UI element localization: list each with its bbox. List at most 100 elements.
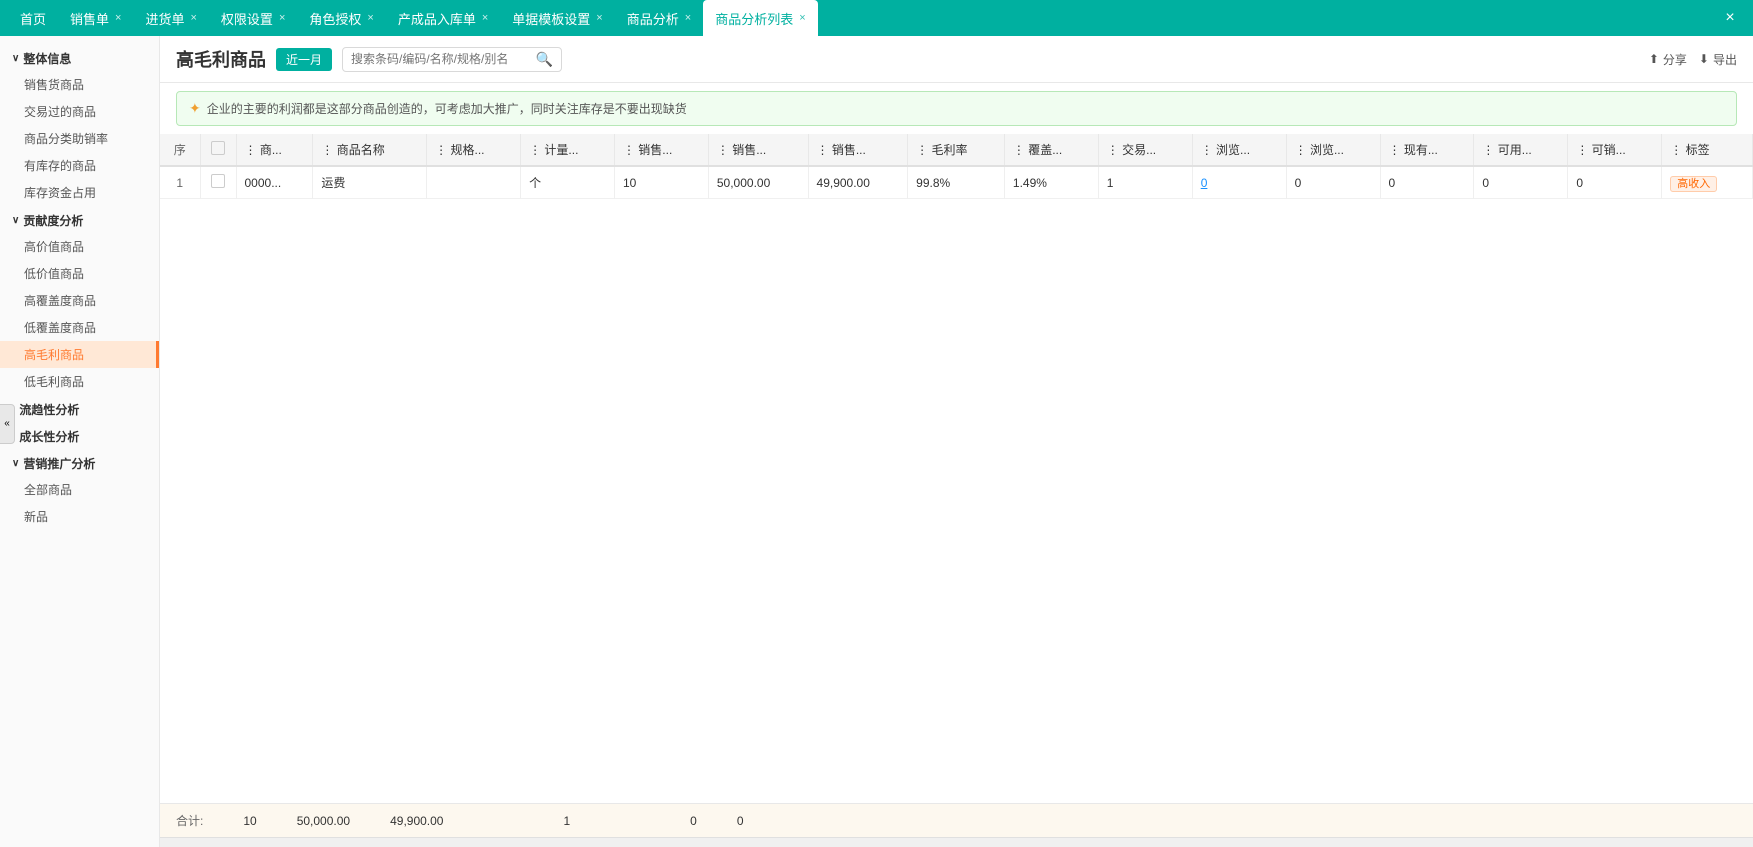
- col-label-spec: ⋮ 规格...: [435, 143, 484, 157]
- nav-tab-close-2[interactable]: ×: [190, 12, 196, 24]
- nav-tab-close-6[interactable]: ×: [596, 12, 602, 24]
- nav-tab-close-3[interactable]: ×: [279, 12, 285, 24]
- info-text: 企业的主要的利润都是这部分商品创造的，可考虑加大推广，同时关注库存是不要出现缺货: [207, 100, 687, 117]
- sidebar-item-0-1[interactable]: 交易过的商品: [0, 98, 159, 125]
- footer-current-stock: 0: [690, 814, 697, 828]
- col-label-code: ⋮ 商...: [245, 143, 282, 157]
- sidebar-group-label-4: 营销推广分析: [23, 455, 95, 472]
- nav-tab-0[interactable]: 首页: [8, 0, 58, 36]
- export-button[interactable]: ⬇ 导出: [1699, 51, 1737, 68]
- sidebar-item-1-0[interactable]: 高价值商品: [0, 233, 159, 260]
- table-col-header-code[interactable]: ⋮ 商...: [236, 134, 313, 166]
- col-label-sales_cost: ⋮ 销售...: [817, 143, 866, 157]
- select-all-checkbox[interactable]: [211, 141, 225, 155]
- share-button[interactable]: ⬆ 分享: [1649, 51, 1687, 68]
- info-icon: ✦: [189, 100, 201, 117]
- footer-sales-cost: 49,900.00: [390, 814, 443, 828]
- table-col-header-tag[interactable]: ⋮ 标签: [1662, 134, 1753, 166]
- nav-tab-close-7[interactable]: ×: [685, 12, 691, 24]
- nav-tab-7[interactable]: 商品分析×: [615, 0, 703, 36]
- nav-tab-close-8[interactable]: ×: [799, 12, 805, 24]
- table-col-header-view2[interactable]: ⋮ 浏览...: [1286, 134, 1380, 166]
- cell-name-0: 运费: [313, 166, 427, 199]
- col-label-transaction: ⋮ 交易...: [1107, 143, 1156, 157]
- table-col-header-seq[interactable]: 序: [160, 134, 200, 166]
- sidebar-group-arrow-4: ∨: [12, 458, 19, 469]
- col-label-available: ⋮ 可用...: [1482, 143, 1531, 157]
- sidebar-group-2[interactable]: ›流趋性分析: [0, 395, 159, 422]
- search-icon[interactable]: 🔍: [536, 51, 553, 68]
- sidebar-group-4[interactable]: ∨ 营销推广分析: [0, 449, 159, 476]
- search-box: 🔍: [342, 47, 562, 72]
- col-label-unit: ⋮ 计量...: [529, 143, 578, 157]
- sidebar-item-0-3[interactable]: 有库存的商品: [0, 152, 159, 179]
- cell-gross_margin-0: 99.8%: [908, 166, 1005, 199]
- sidebar-item-0-0[interactable]: 销售货商品: [0, 71, 159, 98]
- sidebar-item-1-2[interactable]: 高覆盖度商品: [0, 287, 159, 314]
- page-title: 高毛利商品: [176, 46, 266, 72]
- table-col-header-unit[interactable]: ⋮ 计量...: [521, 134, 615, 166]
- nav-tab-2[interactable]: 进货单×: [133, 0, 208, 36]
- footer-label: 合计:: [176, 812, 203, 829]
- table-col-header-gross_margin[interactable]: ⋮ 毛利率: [908, 134, 1005, 166]
- sidebar-item-4-1[interactable]: 新品: [0, 503, 159, 530]
- sidebar-group-arrow-0: ∨: [12, 53, 19, 64]
- search-input[interactable]: [351, 52, 536, 66]
- col-label-coverage: ⋮ 覆盖...: [1013, 143, 1062, 157]
- sidebar-group-label-3: 成长性分析: [19, 428, 79, 445]
- sidebar-group-label-0: 整体信息: [23, 50, 71, 67]
- col-label-view1: ⋮ 浏览...: [1201, 143, 1250, 157]
- sidebar-item-1-3[interactable]: 低覆盖度商品: [0, 314, 159, 341]
- cell-spec-0: [427, 166, 521, 199]
- sidebar-group-label-2: 流趋性分析: [19, 401, 79, 418]
- sidebar-item-1-1[interactable]: 低价值商品: [0, 260, 159, 287]
- table-col-header-sales_cost[interactable]: ⋮ 销售...: [808, 134, 908, 166]
- window-close-button[interactable]: ×: [1715, 3, 1745, 33]
- filter-recent-month-button[interactable]: 近一月: [276, 48, 332, 71]
- table-col-header-sales_amount[interactable]: ⋮ 销售...: [708, 134, 808, 166]
- sidebar-group-3[interactable]: ›成长性分析: [0, 422, 159, 449]
- sidebar-item-1-5[interactable]: 低毛利商品: [0, 368, 159, 395]
- col-label-sales_amount: ⋮ 销售...: [717, 143, 766, 157]
- sidebar-group-0[interactable]: ∨ 整体信息: [0, 44, 159, 71]
- table-col-header-check[interactable]: [200, 134, 236, 166]
- nav-tab-close-4[interactable]: ×: [367, 12, 373, 24]
- sidebar-item-0-2[interactable]: 商品分类助销率: [0, 125, 159, 152]
- top-navigation: 首页销售单×进货单×权限设置×角色授权×产成品入库单×单据模板设置×商品分析×商…: [0, 0, 1753, 36]
- row-checkbox-0[interactable]: [211, 174, 225, 188]
- table-col-header-coverage[interactable]: ⋮ 覆盖...: [1004, 134, 1098, 166]
- table-container: 序 ⋮ 商... ⋮ 商品名称 ⋮ 规格... ⋮ 计量... ⋮ 销售... ⋮ 销售..…: [160, 134, 1753, 803]
- sidebar-group-arrow-1: ∨: [12, 215, 19, 226]
- nav-tab-1[interactable]: 销售单×: [58, 0, 133, 36]
- sidebar-item-0-4[interactable]: 库存资金占用: [0, 179, 159, 206]
- nav-tab-8[interactable]: 商品分析列表×: [703, 0, 817, 36]
- horizontal-scrollbar[interactable]: [160, 837, 1753, 847]
- table-col-header-view1[interactable]: ⋮ 浏览...: [1192, 134, 1286, 166]
- view1-link-0[interactable]: 0: [1201, 176, 1208, 190]
- sidebar-group-label-1: 贡献度分析: [23, 212, 83, 229]
- sidebar-group-1[interactable]: ∨ 贡献度分析: [0, 206, 159, 233]
- cell-sales_cost-0: 49,900.00: [808, 166, 908, 199]
- sidebar-collapse-button[interactable]: «: [0, 404, 15, 444]
- table-col-header-saleable[interactable]: ⋮ 可销...: [1568, 134, 1662, 166]
- table-col-header-transaction[interactable]: ⋮ 交易...: [1098, 134, 1192, 166]
- table-col-header-spec[interactable]: ⋮ 规格...: [427, 134, 521, 166]
- cell-view1-0: 0: [1192, 166, 1286, 199]
- table-col-header-name[interactable]: ⋮ 商品名称: [313, 134, 427, 166]
- nav-tab-3[interactable]: 权限设置×: [209, 0, 297, 36]
- nav-tab-6[interactable]: 单据模板设置×: [500, 0, 614, 36]
- tag-badge-0: 高收入: [1670, 176, 1717, 192]
- col-label-gross_margin: ⋮ 毛利率: [916, 143, 967, 157]
- table-row: 10000...运费个1050,000.0049,900.0099.8%1.49…: [160, 166, 1753, 199]
- cell-transaction-0: 1: [1098, 166, 1192, 199]
- table-col-header-current_stock[interactable]: ⋮ 现有...: [1380, 134, 1474, 166]
- table-col-header-sales_qty[interactable]: ⋮ 销售...: [614, 134, 708, 166]
- nav-tab-close-5[interactable]: ×: [482, 12, 488, 24]
- footer-sales-amount: 50,000.00: [297, 814, 350, 828]
- sidebar-item-4-0[interactable]: 全部商品: [0, 476, 159, 503]
- nav-tab-5[interactable]: 产成品入库单×: [386, 0, 500, 36]
- nav-tab-close-1[interactable]: ×: [115, 12, 121, 24]
- nav-tab-4[interactable]: 角色授权×: [297, 0, 385, 36]
- sidebar-item-1-4[interactable]: 高毛利商品: [0, 341, 159, 368]
- table-col-header-available[interactable]: ⋮ 可用...: [1474, 134, 1568, 166]
